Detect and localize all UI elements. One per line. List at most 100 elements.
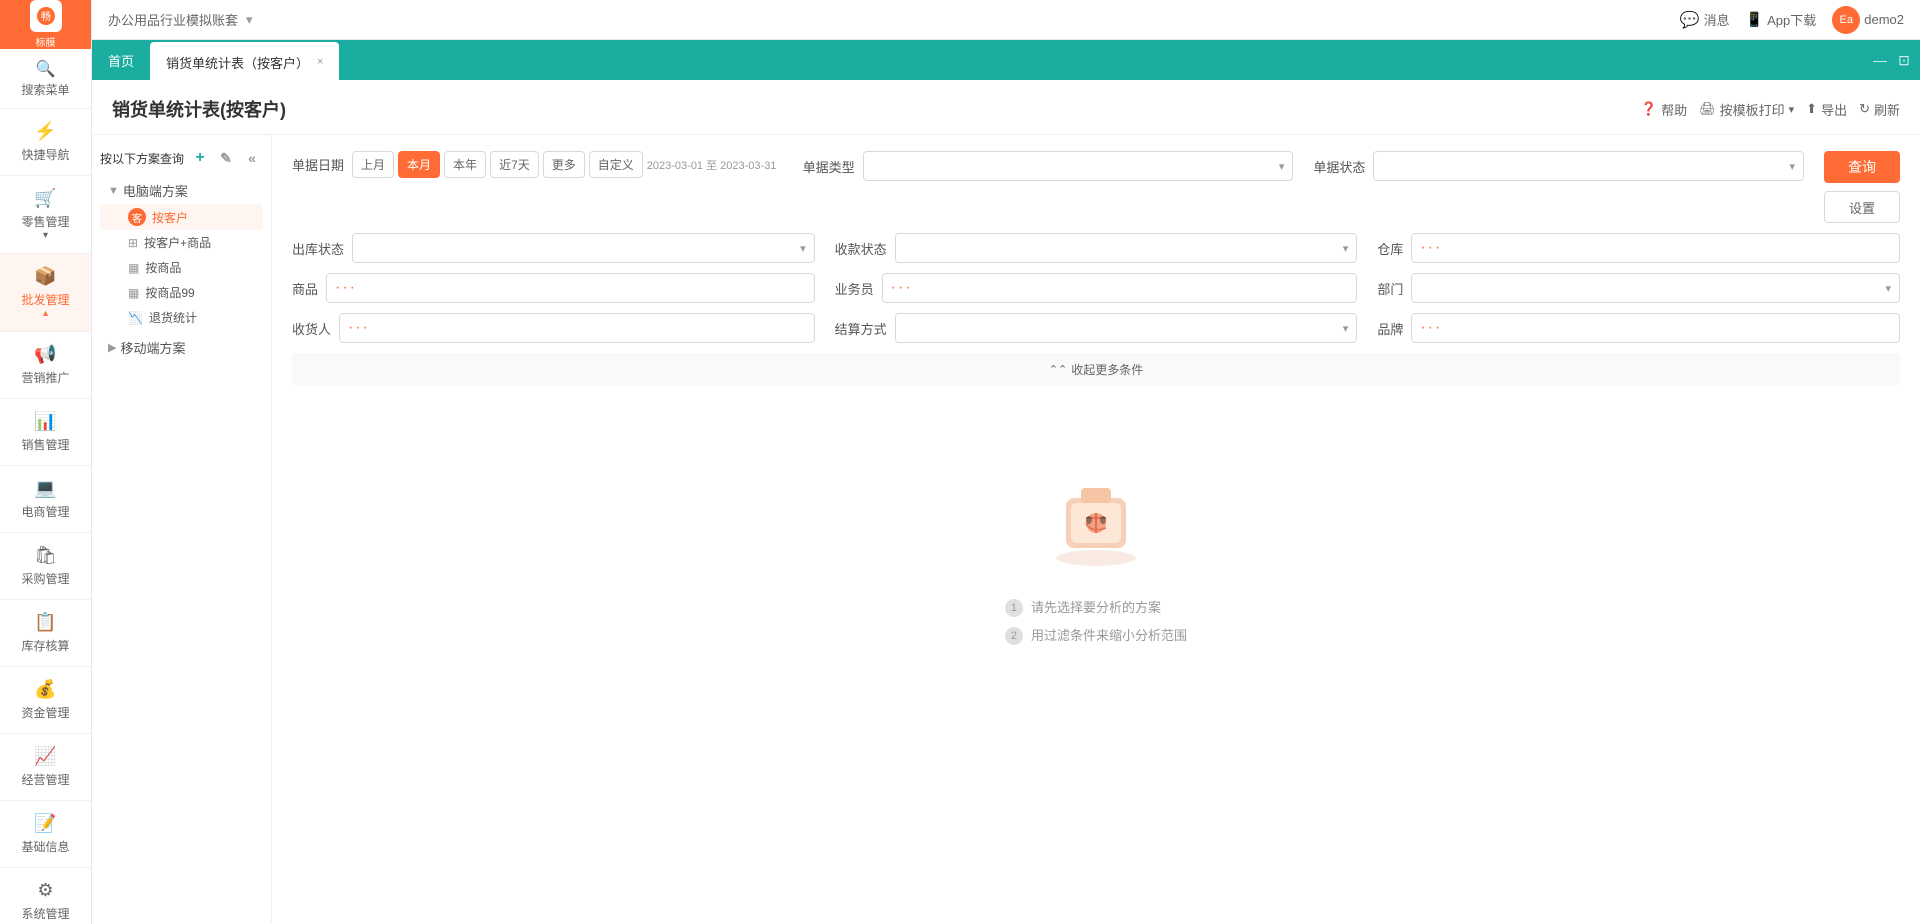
date-buttons: 上月 本月 本年 近7天 更多 自定义 2023-03-01 至 2023-03… — [352, 151, 776, 178]
add-scheme-btn[interactable]: + — [189, 147, 211, 169]
edit-scheme-btn[interactable]: ✎ — [215, 147, 237, 169]
ecommerce-icon: 💻 — [34, 478, 56, 499]
wholesale-label: 批发管理 — [21, 291, 69, 308]
print-dropdown-icon[interactable]: ▾ — [1789, 103, 1795, 116]
sidebar-logo[interactable]: 畅 标膜 — [0, 0, 92, 49]
refresh-btn[interactable]: ↻ 刷新 — [1859, 100, 1900, 119]
empty-tips: 1 请先选择要分析的方案 2 用过滤条件来缩小分析范围 — [1005, 594, 1187, 650]
sidebar-item-quick-nav[interactable]: ⚡ 快捷导航 — [0, 109, 92, 176]
goods-select[interactable]: ··· — [326, 273, 815, 303]
system-label: 系统管理 — [21, 905, 69, 922]
sidebar-item-purchase[interactable]: 🛍 采购管理 — [0, 533, 92, 600]
brand-label: 品牌 — [1377, 319, 1403, 338]
help-icon: ❓ — [1641, 101, 1657, 117]
add-icon: + — [195, 149, 204, 167]
sidebar-item-management[interactable]: 📈 经营管理 — [0, 734, 92, 801]
print-label: 按模板打印 — [1720, 100, 1785, 119]
sidebar-item-marketing[interactable]: 📢 营销推广 — [0, 332, 92, 399]
warehouse-value: ··· — [1420, 239, 1442, 257]
tab-home[interactable]: 首页 — [92, 40, 150, 80]
sidebar-item-wholesale[interactable]: 📦 批发管理 ▴ — [0, 254, 92, 332]
date-7days-btn[interactable]: 近7天 — [490, 151, 539, 178]
sidebar-logo-text: 标膜 — [36, 34, 56, 49]
settings-btn[interactable]: 设置 — [1824, 191, 1900, 223]
export-label: 导出 — [1821, 100, 1847, 119]
sidebar-item-finance[interactable]: 💰 资金管理 — [0, 667, 92, 734]
out-status-chevron: ▾ — [800, 242, 806, 255]
print-btn[interactable]: 🖨 按模板打印 ▾ — [1699, 100, 1794, 119]
avatar: Ea — [1832, 6, 1860, 34]
retail-label: 零售管理 — [21, 213, 69, 230]
purchase-icon: 🛍 — [34, 545, 57, 566]
message-btn[interactable]: 💬 消息 — [1680, 10, 1730, 30]
doc-type-label: 单据类型 — [803, 157, 855, 176]
sidebar-item-basic-info[interactable]: 📝 基础信息 — [0, 801, 92, 868]
filter-row-3: 商品 ··· 业务员 ··· 部门 — [292, 273, 1900, 303]
warehouse-label: 仓库 — [1377, 239, 1403, 258]
staff-select[interactable]: ··· — [882, 273, 1358, 303]
window-max-btn[interactable]: ⊡ — [1896, 52, 1912, 68]
collapse-bar[interactable]: ⌃⌃ 收起更多条件 — [292, 353, 1900, 386]
tab-close-btn[interactable]: × — [317, 56, 323, 68]
tab-sales-stats[interactable]: 销货单统计表（按客户） × — [150, 42, 339, 82]
payment-status-select[interactable]: ▾ — [895, 233, 1358, 263]
tip-text-2: 用过滤条件来缩小分析范围 — [1031, 622, 1187, 650]
app-download-btn[interactable]: 📱 App下载 — [1746, 10, 1817, 29]
tree-item-by-goods99[interactable]: ▦ 按商品99 — [100, 280, 263, 305]
basic-info-label: 基础信息 — [21, 838, 69, 855]
warehouse-select[interactable]: ··· — [1411, 233, 1900, 263]
sidebar-item-system[interactable]: ⚙ 系统管理 — [0, 868, 92, 924]
query-btn[interactable]: 查询 — [1824, 151, 1900, 183]
sidebar-item-retail[interactable]: 🛒 零售管理 ▾ — [0, 176, 92, 254]
tree-item-by-goods[interactable]: ▦ 按商品 — [100, 255, 263, 280]
sidebar-item-inventory[interactable]: 📋 库存核算 — [0, 600, 92, 667]
top-header-right: 💬 消息 📱 App下载 Ea demo2 — [1680, 6, 1904, 34]
receiver-dots: ··· — [348, 319, 370, 337]
doc-type-select[interactable]: ▾ — [863, 151, 1294, 181]
filter-row-1: 单据日期 上月 本月 本年 近7天 更多 自定义 2023-03-01 至 20… — [292, 151, 1900, 223]
help-btn[interactable]: ❓ 帮助 — [1641, 100, 1687, 119]
by-goods-icon: ▦ — [128, 261, 139, 275]
sidebar-item-ecommerce[interactable]: 💻 电商管理 — [0, 466, 92, 533]
customer-goods-label: 按客户+商品 — [144, 234, 211, 251]
window-min-btn[interactable]: — — [1872, 52, 1888, 68]
user-area[interactable]: Ea demo2 — [1832, 6, 1904, 34]
out-status-select[interactable]: ▾ — [352, 233, 815, 263]
export-icon: ⬆ — [1806, 101, 1817, 117]
date-this-year-btn[interactable]: 本年 — [444, 151, 486, 178]
tree-item-by-customer[interactable]: 客 按客户 — [100, 204, 263, 230]
message-label: 消息 — [1704, 10, 1730, 29]
app-name: 办公用品行业模拟账套 — [108, 10, 238, 29]
tree-item-customer-goods[interactable]: ⊞ 按客户+商品 — [100, 230, 263, 255]
receiver-select[interactable]: ··· — [339, 313, 815, 343]
settle-select[interactable]: ▾ — [895, 313, 1358, 343]
tree-item-return-stats[interactable]: 📉 退货统计 — [100, 305, 263, 330]
tree-section-mobile-header[interactable]: ▶ 移动端方案 — [100, 334, 263, 361]
doc-status-filter: 单据状态 ▾ — [1313, 151, 1804, 181]
staff-label: 业务员 — [835, 279, 874, 298]
marketing-icon: 📢 — [34, 344, 56, 365]
dept-chevron: ▾ — [1885, 282, 1891, 295]
doc-type-filter: 单据类型 ▾ — [803, 151, 1294, 181]
date-this-month-btn[interactable]: 本月 — [398, 151, 440, 178]
inventory-label: 库存核算 — [21, 637, 69, 654]
return-stats-label: 退货统计 — [149, 309, 197, 326]
sidebar-item-sales[interactable]: 📊 销售管理 — [0, 399, 92, 466]
finance-icon: 💰 — [34, 679, 56, 700]
customer-goods-icon: ⊞ — [128, 236, 138, 250]
export-btn[interactable]: ⬆ 导出 — [1806, 100, 1847, 119]
tree-expand-icon: ▼ — [108, 185, 119, 197]
date-last-month-btn[interactable]: 上月 — [352, 151, 394, 178]
brand-select[interactable]: ··· — [1411, 313, 1900, 343]
collapse-panel-btn[interactable]: « — [241, 147, 263, 169]
app-dropdown-icon[interactable]: ▾ — [246, 12, 253, 28]
page-content: 销货单统计表(按客户) ❓ 帮助 🖨 按模板打印 ▾ ⬆ 导出 ↻ 刷新 — [92, 80, 1920, 924]
help-label: 帮助 — [1661, 100, 1687, 119]
date-more-btn[interactable]: 更多 — [543, 151, 585, 178]
date-custom-btn[interactable]: 自定义 — [589, 151, 643, 178]
doc-status-select[interactable]: ▾ — [1373, 151, 1804, 181]
sidebar-item-search[interactable]: 🔍 搜索菜单 — [0, 49, 92, 109]
dept-select[interactable]: ▾ — [1411, 273, 1900, 303]
doc-type-chevron: ▾ — [1279, 160, 1285, 173]
tree-section-pc-header[interactable]: ▼ 电脑端方案 — [100, 177, 263, 204]
